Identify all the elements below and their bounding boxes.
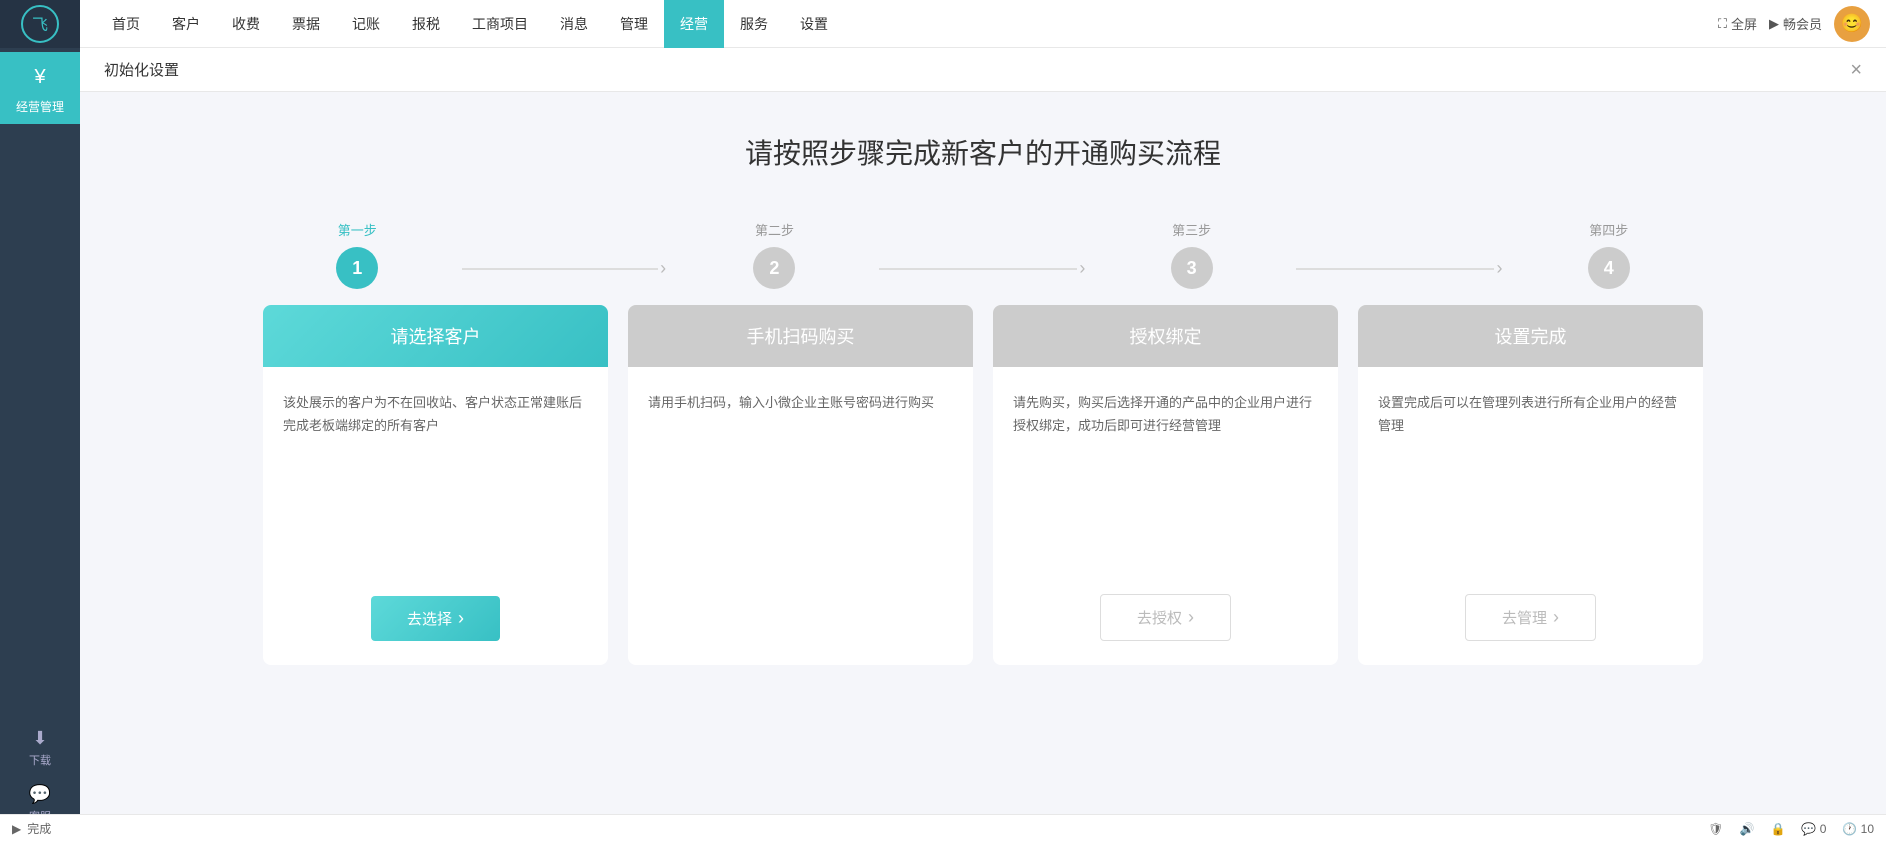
nav-right: ⛶ 全屏 ▶ 畅会员 😊 bbox=[1718, 6, 1870, 42]
arrow-icon-4: › bbox=[1553, 607, 1559, 628]
connector-3-4: › bbox=[1296, 258, 1505, 279]
go-select-button[interactable]: 去选择 › bbox=[371, 596, 500, 641]
status-bar: ▶ 完成 🛡 🔊 🔒 💬 0 🕐 10 bbox=[0, 814, 1886, 842]
sidebar: 飞 ¥ 经营管理 ⬇ 下载 💬 客服 bbox=[0, 0, 80, 842]
nav-mgmt[interactable]: 管理 bbox=[604, 0, 664, 48]
step1-circle: 1 bbox=[336, 247, 378, 289]
svg-text:飞: 飞 bbox=[32, 17, 48, 34]
time-status-icon: 🕐 10 bbox=[1842, 822, 1874, 836]
step-card-1: 请选择客户 该处展示的客户为不在回收站、客户状态正常建账后完成老板端绑定的所有客… bbox=[263, 305, 608, 665]
connector-2-3: › bbox=[879, 258, 1088, 279]
status-complete-label: 完成 bbox=[27, 820, 51, 837]
fullscreen-icon: ⛶ bbox=[1718, 16, 1727, 32]
step3-label: 第三步 bbox=[1172, 220, 1211, 239]
steps-visual: 第一步 1 › 第二步 2 › 第三步 3 bbox=[253, 220, 1713, 289]
step-col-2: 第二步 2 bbox=[670, 220, 879, 289]
card3-body: 请先购买，购买后选择开通的产品中的企业用户进行授权绑定，成功后即可进行经营管理 bbox=[993, 367, 1338, 594]
card1-body: 该处展示的客户为不在回收站、客户状态正常建账后完成老板端绑定的所有客户 bbox=[263, 367, 608, 596]
step-col-4: 第四步 4 bbox=[1504, 220, 1713, 289]
nav-operations[interactable]: 经营 bbox=[664, 0, 724, 48]
card4-body: 设置完成后可以在管理列表进行所有企业用户的经营管理 bbox=[1358, 367, 1703, 594]
status-bar-right: 🛡 🔊 🔒 💬 0 🕐 10 bbox=[1708, 822, 1874, 836]
sidebar-item-label: 经营管理 bbox=[16, 98, 64, 115]
page-header: 初始化设置 × bbox=[80, 48, 1886, 92]
step2-label: 第二步 bbox=[755, 220, 794, 239]
card2-footer bbox=[628, 641, 973, 665]
shield-status-icon: 🛡 bbox=[1708, 822, 1723, 836]
nav-fees[interactable]: 收费 bbox=[216, 0, 276, 48]
step1-label: 第一步 bbox=[338, 220, 377, 239]
nav-accounting[interactable]: 记账 bbox=[336, 0, 396, 48]
go-manage-button[interactable]: 去管理 › bbox=[1465, 594, 1596, 641]
close-button[interactable]: × bbox=[1850, 60, 1862, 80]
card4-header: 设置完成 bbox=[1358, 305, 1703, 367]
wizard-area: 请按照步骤完成新客户的开通购买流程 第一步 1 › 第二步 2 › bbox=[80, 92, 1886, 695]
go-auth-button[interactable]: 去授权 › bbox=[1100, 594, 1231, 641]
step3-circle: 3 bbox=[1171, 247, 1213, 289]
app-logo-icon: 飞 bbox=[20, 4, 60, 44]
card1-header: 请选择客户 bbox=[263, 305, 608, 367]
nav-customer[interactable]: 客户 bbox=[156, 0, 216, 48]
nav-service[interactable]: 服务 bbox=[724, 0, 784, 48]
card2-body: 请用手机扫码，输入小微企业主账号密码进行购买 bbox=[628, 367, 973, 641]
card1-footer: 去选择 › bbox=[263, 596, 608, 665]
step-col-3: 第三步 3 bbox=[1087, 220, 1296, 289]
support-icon: 💬 bbox=[29, 784, 51, 805]
lock-status-icon: 🔒 bbox=[1770, 822, 1785, 836]
step4-circle: 4 bbox=[1588, 247, 1630, 289]
wizard-main-title: 请按照步骤完成新客户的开通购买流程 bbox=[745, 132, 1221, 172]
sidebar-item-jingying[interactable]: ¥ 经营管理 bbox=[0, 52, 80, 124]
fullscreen-btn[interactable]: ⛶ 全屏 bbox=[1718, 14, 1757, 33]
arrow-icon-1: › bbox=[458, 608, 464, 629]
step-col-1: 第一步 1 bbox=[253, 220, 462, 289]
volume-status-icon: 🔊 bbox=[1740, 822, 1755, 836]
avatar[interactable]: 😊 bbox=[1834, 6, 1870, 42]
main-content: 初始化设置 × 请按照步骤完成新客户的开通购买流程 第一步 1 › 第二步 2 bbox=[80, 48, 1886, 814]
nav-settings[interactable]: 设置 bbox=[784, 0, 844, 48]
nav-tax[interactable]: 报税 bbox=[396, 0, 456, 48]
step4-label: 第四步 bbox=[1589, 220, 1628, 239]
top-nav: 首页 客户 收费 票据 记账 报税 工商项目 消息 管理 经营 服务 设置 ⛶ … bbox=[80, 0, 1886, 48]
yuan-icon: ¥ bbox=[24, 62, 56, 94]
vip-btn[interactable]: ▶ 畅会员 bbox=[1769, 14, 1822, 33]
sidebar-download-btn[interactable]: ⬇ 下载 bbox=[0, 722, 80, 774]
step-card-2: 手机扫码购买 请用手机扫码，输入小微企业主账号密码进行购买 bbox=[628, 305, 973, 665]
card3-header: 授权绑定 bbox=[993, 305, 1338, 367]
status-play-icon: ▶ bbox=[12, 822, 21, 836]
vip-icon: ▶ bbox=[1769, 16, 1779, 32]
download-icon: ⬇ bbox=[32, 728, 47, 749]
step2-circle: 2 bbox=[753, 247, 795, 289]
nav-messages[interactable]: 消息 bbox=[544, 0, 604, 48]
nav-biz[interactable]: 工商项目 bbox=[456, 0, 544, 48]
card3-footer: 去授权 › bbox=[993, 594, 1338, 665]
arrow-icon-3: › bbox=[1188, 607, 1194, 628]
step-card-3: 授权绑定 请先购买，购买后选择开通的产品中的企业用户进行授权绑定，成功后即可进行… bbox=[993, 305, 1338, 665]
msg-status-icon: 💬 0 bbox=[1801, 822, 1826, 836]
card4-footer: 去管理 › bbox=[1358, 594, 1703, 665]
card2-header: 手机扫码购买 bbox=[628, 305, 973, 367]
step-card-4: 设置完成 设置完成后可以在管理列表进行所有企业用户的经营管理 去管理 › bbox=[1358, 305, 1703, 665]
nav-home[interactable]: 首页 bbox=[96, 0, 156, 48]
connector-1-2: › bbox=[462, 258, 671, 279]
nav-bills[interactable]: 票据 bbox=[276, 0, 336, 48]
page-title: 初始化设置 bbox=[104, 59, 179, 80]
sidebar-logo: 飞 bbox=[0, 0, 80, 48]
cards-row: 请选择客户 该处展示的客户为不在回收站、客户状态正常建账后完成老板端绑定的所有客… bbox=[263, 305, 1703, 665]
